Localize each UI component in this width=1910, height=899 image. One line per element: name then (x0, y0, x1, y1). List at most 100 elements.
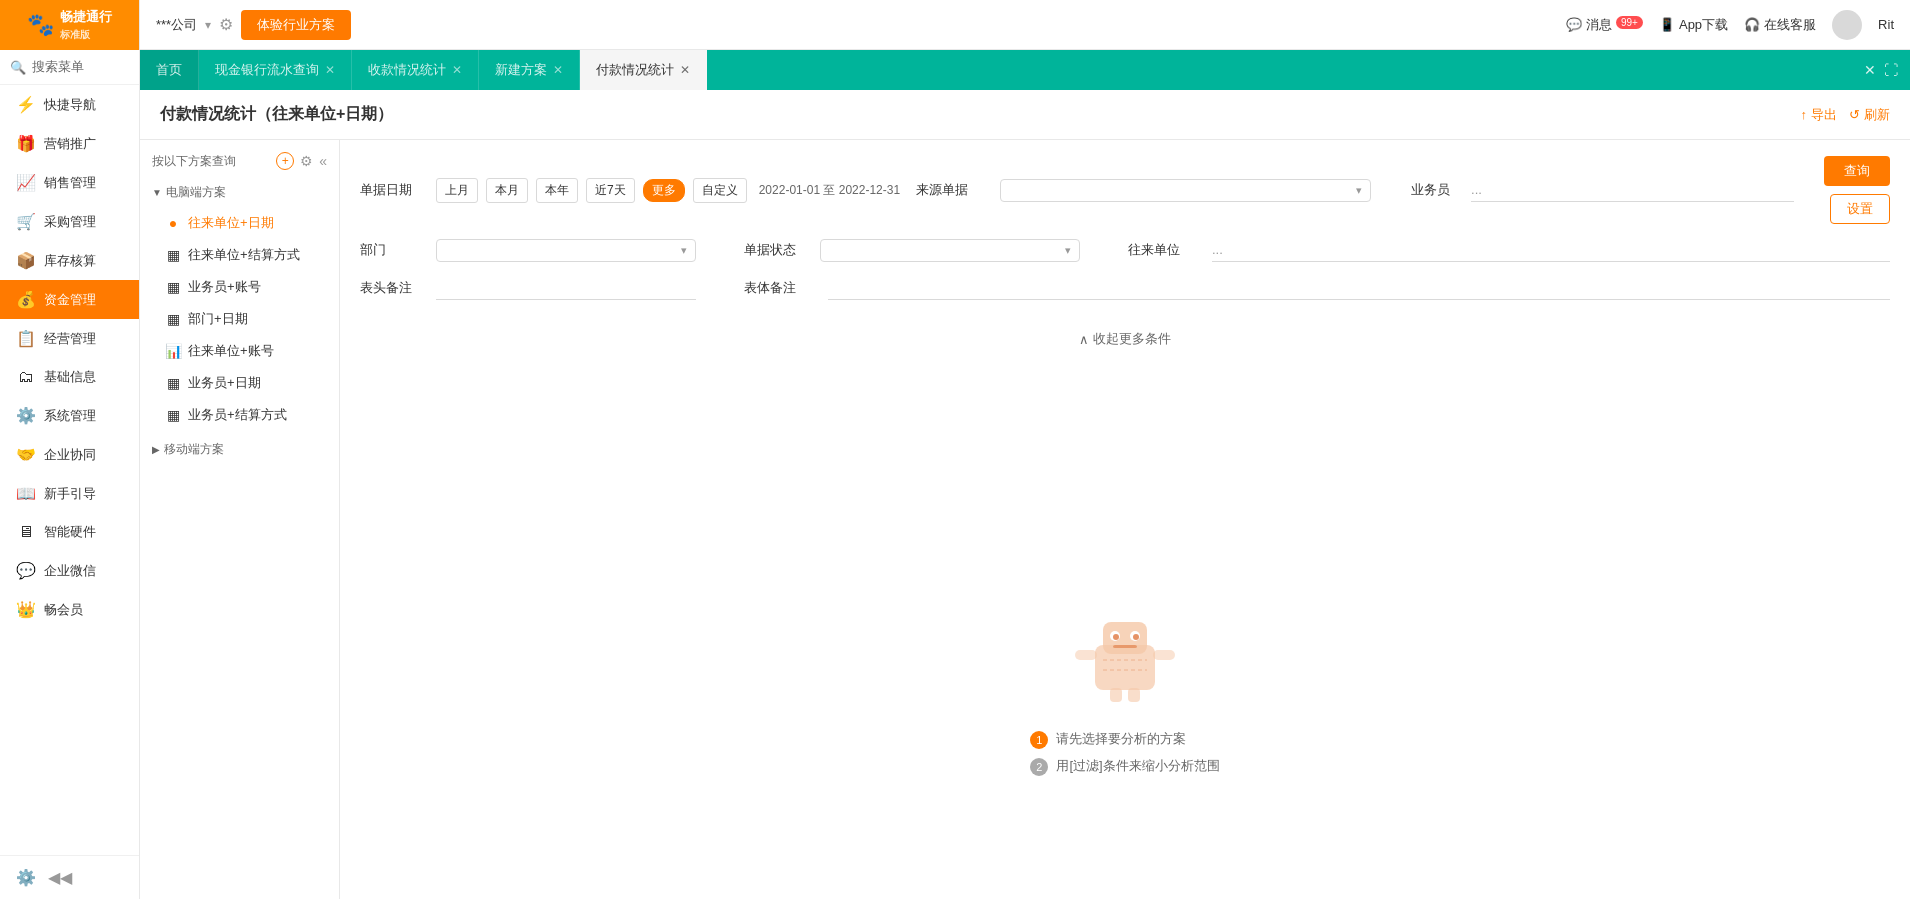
doc-status-label: 单据状态 (744, 241, 804, 259)
scheme-item-unit-account-label: 往来单位+账号 (188, 342, 274, 360)
tab-close-all-icon[interactable]: ✕ (1864, 62, 1876, 78)
unit-select[interactable]: ... (1212, 238, 1890, 262)
scheme-panel-icons: + ⚙ « (276, 152, 327, 170)
user-name: Rit (1878, 17, 1894, 32)
scheme-item-staff-settlement[interactable]: ▦ 业务员+结算方式 (140, 399, 339, 431)
sidebar-item-purchase[interactable]: 🛒 采购管理 (0, 202, 139, 241)
tab-home[interactable]: 首页 (140, 50, 199, 90)
query-button[interactable]: 查询 (1824, 156, 1890, 186)
scheme-collapse-icon[interactable]: « (319, 153, 327, 169)
scheme-item-staff-settlement-label: 业务员+结算方式 (188, 406, 287, 424)
header-note-label: 表头备注 (360, 279, 420, 297)
dept-dropdown-arrow: ▾ (681, 244, 687, 257)
sidebar-item-operation[interactable]: 📋 经营管理 (0, 319, 139, 358)
scheme-item-dept-date[interactable]: ▦ 部门+日期 (140, 303, 339, 335)
sidebar-item-sales[interactable]: 📈 销售管理 (0, 163, 139, 202)
refresh-button[interactable]: ↺ 刷新 (1849, 106, 1890, 124)
tab-new-scheme-close[interactable]: ✕ (553, 63, 563, 77)
topbar-settings-icon[interactable]: ⚙ (219, 15, 233, 34)
date-btn-this-year[interactable]: 本年 (536, 178, 578, 203)
sidebar-item-inventory[interactable]: 📦 库存核算 (0, 241, 139, 280)
search-menu-item[interactable]: 🔍 搜索菜单 (0, 50, 139, 85)
sidebar-item-quick-nav[interactable]: ⚡ 快捷导航 (0, 85, 139, 124)
scheme-section-mobile-header[interactable]: ▶ 移动端方案 (140, 435, 339, 464)
tab-receivable-close[interactable]: ✕ (452, 63, 462, 77)
refresh-label: 刷新 (1864, 106, 1890, 124)
tab-bank-close[interactable]: ✕ (325, 63, 335, 77)
sidebar-item-member[interactable]: 👑 畅会员 (0, 590, 139, 629)
date-btn-this-month[interactable]: 本月 (486, 178, 528, 203)
header-note-input[interactable] (436, 276, 696, 300)
source-dropdown-arrow: ▾ (1356, 184, 1362, 197)
date-btn-last-month[interactable]: 上月 (436, 178, 478, 203)
empty-tips: 1 请先选择要分析的方案 2 用[过滤]条件来缩小分析范围 (1030, 730, 1219, 784)
tab-payment-close[interactable]: ✕ (680, 63, 690, 77)
app-download-item[interactable]: 📱 App下载 (1659, 16, 1728, 34)
date-btn-more[interactable]: 更多 (643, 179, 685, 202)
member-icon: 👑 (16, 600, 36, 619)
tip-text-2: 用[过滤]条件来缩小分析范围 (1056, 757, 1219, 775)
scheme-section-desktop-header[interactable]: ▼ 电脑端方案 (140, 178, 339, 207)
scheme-item-unit-date[interactable]: ● 往来单位+日期 (140, 207, 339, 239)
filter-row-1: 单据日期 上月 本月 本年 近7天 更多 自定义 2022-01-01 至 20… (360, 156, 1890, 224)
scheme-item-staff-date-label: 业务员+日期 (188, 374, 261, 392)
sidebar-item-marketing[interactable]: 🎁 营销推广 (0, 124, 139, 163)
tab-new-scheme[interactable]: 新建方案 ✕ (479, 50, 580, 90)
date-btn-custom[interactable]: 自定义 (693, 178, 747, 203)
wechat-label: 企业微信 (44, 562, 96, 580)
filter-row-3: 表头备注 表体备注 (360, 276, 1890, 300)
staff-row: 业务员 ... 查询 设置 (1411, 156, 1890, 224)
svg-rect-6 (1113, 645, 1137, 648)
mobile-section-label: 移动端方案 (164, 441, 224, 458)
trial-button[interactable]: 体验行业方案 (241, 10, 351, 40)
export-button[interactable]: ↑ 导出 (1801, 106, 1838, 124)
user-avatar[interactable] (1832, 10, 1862, 40)
sidebar-item-hardware[interactable]: 🖥 智能硬件 (0, 513, 139, 551)
tab-home-label: 首页 (156, 61, 182, 79)
scheme-settings-icon[interactable]: ⚙ (300, 153, 313, 169)
dept-select[interactable]: ▾ (436, 239, 696, 262)
staff-select[interactable]: ... (1471, 178, 1794, 202)
sidebar-item-wechat[interactable]: 💬 企业微信 (0, 551, 139, 590)
date-btn-last-7[interactable]: 近7天 (586, 178, 635, 203)
topbar-dropdown-arrow[interactable]: ▾ (205, 18, 211, 32)
export-icon: ↑ (1801, 107, 1808, 122)
sidebar-item-basic[interactable]: 🗂 基础信息 (0, 358, 139, 396)
sidebar-item-system[interactable]: ⚙️ 系统管理 (0, 396, 139, 435)
tab-bank[interactable]: 现金银行流水查询 ✕ (199, 50, 352, 90)
scheme-add-icon[interactable]: + (276, 152, 294, 170)
notification-item[interactable]: 💬 消息 99+ (1566, 16, 1643, 34)
staff-label: 业务员 (1411, 181, 1471, 199)
online-service-item[interactable]: 🎧 在线客服 (1744, 16, 1816, 34)
sidebar-collapse-icon[interactable]: ◀◀ (48, 868, 72, 887)
basic-icon: 🗂 (16, 368, 36, 386)
tab-expand-icon[interactable]: ⛶ (1884, 62, 1898, 78)
empty-illustration (1065, 610, 1185, 710)
tab-payment[interactable]: 付款情况统计 ✕ (580, 50, 707, 90)
body-note-input[interactable] (828, 276, 1890, 300)
basic-label: 基础信息 (44, 368, 96, 386)
topbar: ***公司 ▾ ⚙ 体验行业方案 💬 消息 99+ 📱 App下载 🎧 在线客服… (140, 0, 1910, 50)
guide-icon: 📖 (16, 484, 36, 503)
hardware-label: 智能硬件 (44, 523, 96, 541)
settings-button[interactable]: 设置 (1830, 194, 1890, 224)
collapse-button[interactable]: ∧ 收起更多条件 (1059, 322, 1191, 356)
tab-receivable[interactable]: 收款情况统计 ✕ (352, 50, 479, 90)
scheme-item-unit-account[interactable]: 📊 往来单位+账号 (140, 335, 339, 367)
doc-status-select[interactable]: ▾ (820, 239, 1080, 262)
scheme-item-staff-date[interactable]: ▦ 业务员+日期 (140, 367, 339, 399)
sidebar-item-finance[interactable]: 💰 资金管理 (0, 280, 139, 319)
scheme-item-unit-settlement[interactable]: ▦ 往来单位+结算方式 (140, 239, 339, 271)
marketing-label: 营销推广 (44, 135, 96, 153)
sidebar-item-guide[interactable]: 📖 新手引导 (0, 474, 139, 513)
scheme-item-active-icon: ● (164, 215, 182, 231)
section-label: 电脑端方案 (166, 184, 226, 201)
hardware-icon: 🖥 (16, 523, 36, 541)
sidebar-settings-icon[interactable]: ⚙️ (16, 868, 36, 887)
scheme-item-staff-account[interactable]: ▦ 业务员+账号 (140, 271, 339, 303)
search-label: 搜索菜单 (32, 58, 84, 76)
source-select[interactable]: ▾ (1000, 179, 1371, 202)
scheme-grid-icon-3: ▦ (164, 311, 182, 327)
headset-icon: 🎧 (1744, 17, 1760, 32)
sidebar-item-enterprise[interactable]: 🤝 企业协同 (0, 435, 139, 474)
